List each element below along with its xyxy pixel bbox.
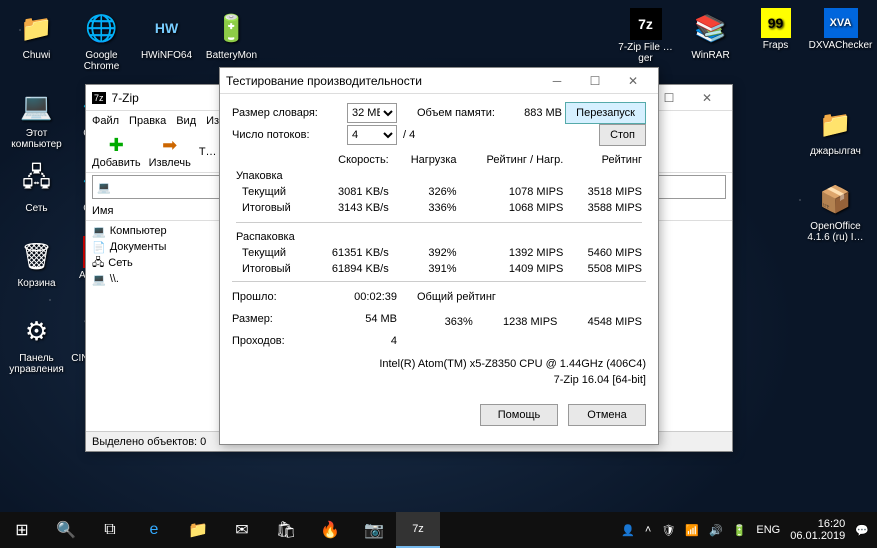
desktop-icon[interactable]: XVADXVAChecker	[808, 4, 873, 79]
window-benchmark: Тестирование производительности ─ ☐ ✕ Ра…	[219, 67, 659, 445]
store-icon[interactable]: 🛍	[264, 512, 308, 548]
app-icon[interactable]: 🔥	[308, 512, 352, 548]
tray-people-icon[interactable]: 👤	[621, 524, 635, 537]
taskbar: ⊞ 🔍 ⧉ e 📁 ✉ 🛍 🔥 📷 7z 👤 ˄ 🛡 📶 🔊 🔋 ENG 16:…	[0, 512, 877, 548]
taskbar-7zip[interactable]: 7z	[396, 512, 440, 548]
tray-network-icon[interactable]: 📶	[685, 524, 699, 537]
desktop-icon-recycle[interactable]: 🗑Корзина	[4, 232, 69, 307]
search-button[interactable]: 🔍	[44, 512, 88, 548]
plus-icon: ✚	[109, 135, 124, 156]
test-button[interactable]: Т…	[199, 146, 217, 158]
close-button[interactable]: ✕	[614, 69, 652, 93]
tray-battery-icon[interactable]: 🔋	[733, 524, 747, 537]
desktop-icon-control[interactable]: ⚙Панель управления	[4, 307, 69, 382]
stop-button[interactable]: Стоп	[599, 124, 646, 146]
restart-button[interactable]: Перезапуск	[565, 102, 646, 124]
threads-of: / 4	[403, 129, 415, 141]
add-button[interactable]: ✚Добавить	[92, 135, 141, 169]
edge-icon[interactable]: e	[132, 512, 176, 548]
results-table: Скорость:НагрузкаРейтинг / Нагр.Рейтинг …	[232, 152, 646, 277]
menu-file[interactable]: Файл	[92, 115, 119, 127]
cancel-button[interactable]: Отмена	[568, 404, 646, 426]
minimize-button[interactable]: ─	[538, 69, 576, 93]
mail-icon[interactable]: ✉	[220, 512, 264, 548]
tray-lang[interactable]: ENG	[756, 524, 780, 536]
explorer-icon[interactable]: 📁	[176, 512, 220, 548]
desktop-icon-network[interactable]: 🖧Сеть	[4, 157, 69, 232]
tray-chevron-icon[interactable]: ˄	[645, 524, 651, 536]
start-button[interactable]: ⊞	[0, 512, 44, 548]
menu-view[interactable]: Вид	[176, 115, 196, 127]
tray-secure-icon[interactable]: 🛡	[661, 524, 675, 537]
extract-icon: ➡	[162, 135, 177, 156]
dict-label: Размер словаря:	[232, 107, 347, 119]
mem-label: Объем памяти:	[417, 107, 507, 119]
elapsed-label: Прошло:	[232, 291, 312, 303]
passes-label: Проходов:	[232, 335, 312, 347]
taskview-button[interactable]: ⧉	[88, 512, 132, 548]
desktop-icon[interactable]: 📁джарылгач	[803, 100, 868, 175]
size-label: Размер:	[232, 313, 312, 325]
titlebar[interactable]: Тестирование производительности ─ ☐ ✕	[220, 68, 658, 94]
desktop-icon[interactable]: 99Fraps	[743, 4, 808, 79]
menu-edit[interactable]: Правка	[129, 115, 166, 127]
mem-value: 883 MB	[507, 107, 562, 119]
desktop-icon[interactable]: 📚WinRAR	[678, 4, 743, 79]
maximize-button[interactable]: ☐	[576, 69, 614, 93]
computer-icon: 💻	[97, 181, 111, 194]
version-info: 7-Zip 16.04 [64-bit]	[232, 374, 646, 386]
tray-volume-icon[interactable]: 🔊	[709, 524, 723, 537]
passes-value: 4	[312, 335, 397, 347]
system-tray: 👤 ˄ 🛡 📶 🔊 🔋 ENG 16:2006.01.2019 💬	[613, 518, 877, 542]
desktop-icon[interactable]: 📦OpenOffice 4.1.6 (ru) I…	[803, 175, 868, 250]
size-value: 54 MB	[312, 313, 397, 325]
desktop-icon[interactable]: 🌐Google Chrome	[69, 4, 134, 79]
dict-combo[interactable]: 32 MB	[347, 103, 397, 123]
close-button[interactable]: ✕	[688, 86, 726, 110]
desktop-icon[interactable]: 📁Chuwi	[4, 4, 69, 79]
threads-combo[interactable]: 4	[347, 125, 397, 145]
threads-label: Число потоков:	[232, 129, 347, 141]
app-icon[interactable]: 📷	[352, 512, 396, 548]
extract-button[interactable]: ➡Извлечь	[149, 135, 191, 169]
app-icon: 7z	[92, 92, 106, 104]
elapsed-value: 00:02:39	[312, 291, 397, 303]
desktop-icon-this-pc[interactable]: 💻Этот компьютер	[4, 82, 69, 157]
overall-label: Общий рейтинг	[417, 291, 496, 303]
taskbar-clock[interactable]: 16:2006.01.2019	[790, 518, 845, 542]
window-title: Тестирование производительности	[226, 74, 538, 88]
desktop-icon[interactable]: HWHWiNFO64	[134, 4, 199, 79]
help-button[interactable]: Помощь	[480, 404, 558, 426]
notifications-icon[interactable]: 💬	[855, 524, 869, 537]
cpu-info: Intel(R) Atom(TM) x5-Z8350 CPU @ 1.44GHz…	[232, 358, 646, 370]
